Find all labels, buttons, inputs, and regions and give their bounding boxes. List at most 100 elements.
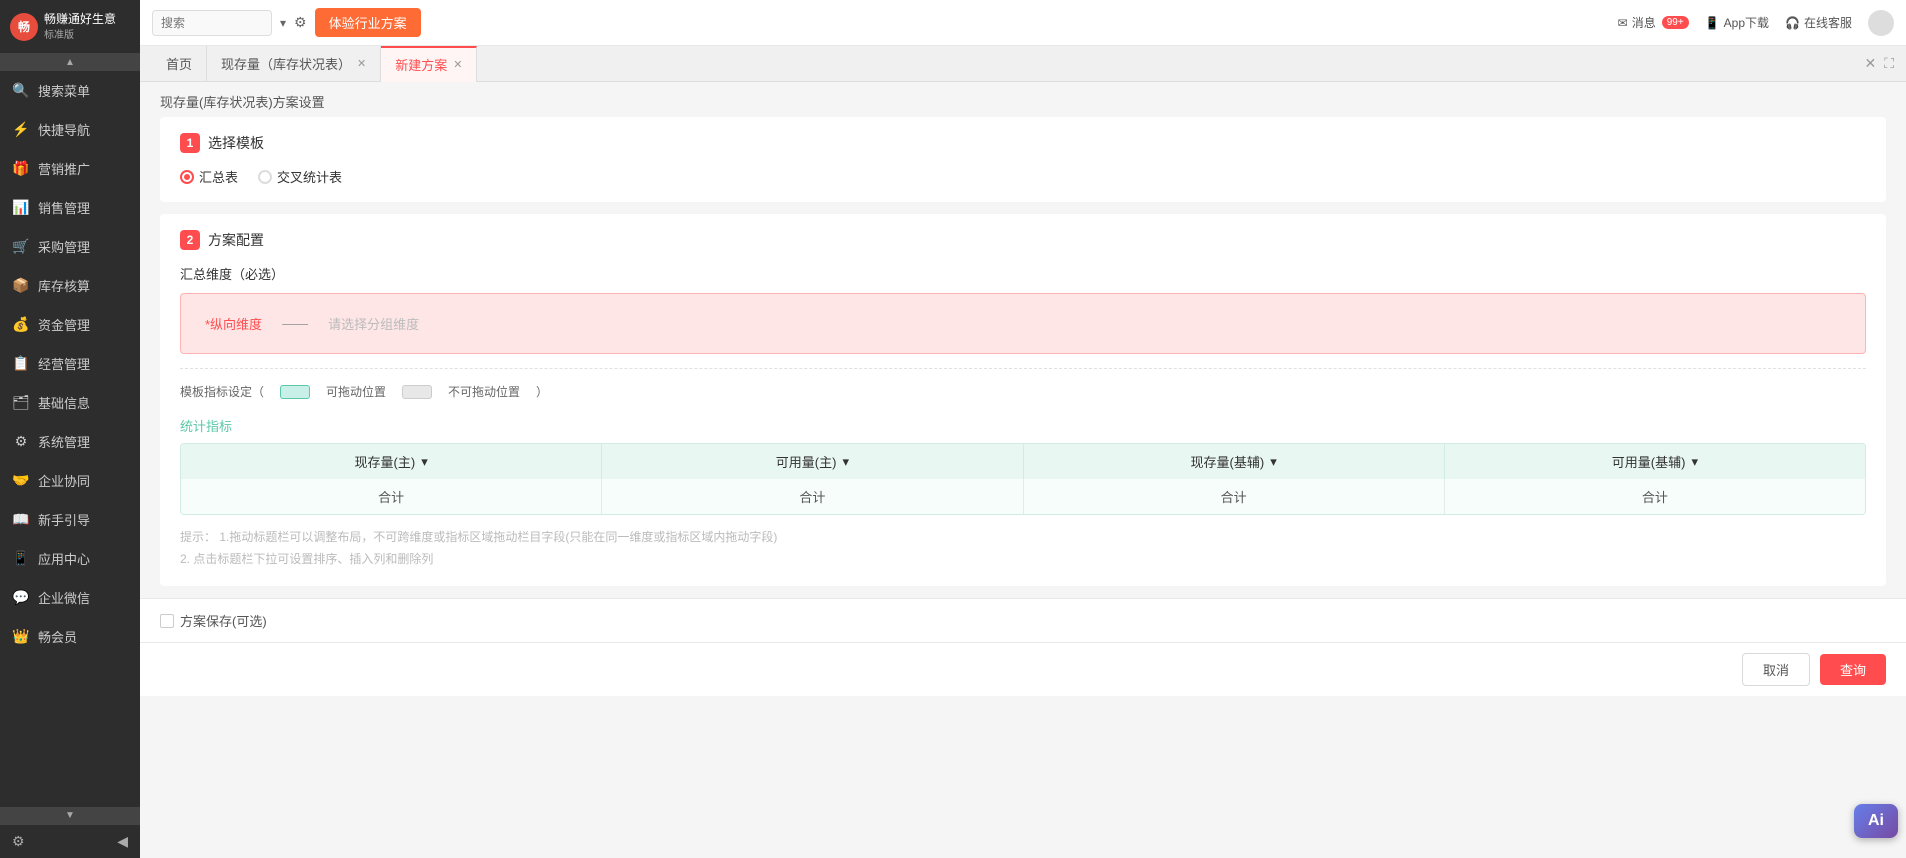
- radio-dot-cross: [258, 170, 272, 184]
- radio-summary-table[interactable]: 汇总表: [180, 167, 238, 186]
- query-button[interactable]: 查询: [1820, 654, 1886, 685]
- download-icon: 📱: [1705, 16, 1720, 30]
- tab-home[interactable]: 首页: [152, 46, 207, 82]
- settings-icon[interactable]: ⚙: [12, 833, 25, 850]
- headset-icon: 🎧: [1785, 16, 1800, 30]
- ai-float-button[interactable]: Ai: [1854, 804, 1898, 838]
- indicator-legend-close: ）: [536, 383, 548, 400]
- messages-button[interactable]: ✉ 消息 99+: [1618, 14, 1689, 31]
- main-area: ▾ ⚙ 体验行业方案 ✉ 消息 99+ 📱 App下载 🎧 在线客服 首页: [140, 0, 1906, 858]
- section2-label: 方案配置: [208, 230, 264, 250]
- radio-cross-table[interactable]: 交叉统计表: [258, 167, 342, 186]
- topbar-dropdown-icon[interactable]: ▾: [280, 16, 286, 30]
- sidebar-scroll-down[interactable]: ▼: [0, 807, 140, 824]
- wechat-icon: 💬: [12, 589, 30, 607]
- stats-label: 统计指标: [180, 416, 1866, 435]
- sidebar-item-corp[interactable]: 🤝 企业协同: [0, 461, 140, 500]
- sidebar-item-member[interactable]: 👑 畅会员: [0, 617, 140, 656]
- legend-nodrag-box: [402, 385, 432, 399]
- sidebar: 畅 畅赚通好生意 标准版 ▲ 🔍 搜索菜单 ⚡ 快捷导航 🎁 营销推广 📊 销售…: [0, 0, 140, 858]
- hint-area: 提示： 1.拖动标题栏可以调整布局，不可跨维度或指标区域拖动栏目字段(只能在同一…: [180, 527, 1866, 570]
- member-icon: 👑: [12, 628, 30, 646]
- vertical-dim-area[interactable]: *纵向维度 —— 请选择分组维度: [180, 293, 1866, 354]
- sidebar-item-inventory[interactable]: 📦 库存核算: [0, 266, 140, 305]
- sidebar-scroll-up[interactable]: ▲: [0, 54, 140, 71]
- operations-icon: 📋: [12, 355, 30, 373]
- cancel-button[interactable]: 取消: [1742, 653, 1810, 686]
- stats-col-3[interactable]: 可用量(基辅) ▾: [1445, 444, 1865, 479]
- radio-dot-summary: [180, 170, 194, 184]
- trial-button[interactable]: 体验行业方案: [315, 8, 421, 37]
- vertical-dim-required: *纵向维度: [205, 314, 262, 333]
- sidebar-item-marketing[interactable]: 🎁 营销推广: [0, 149, 140, 188]
- appcenter-icon: 📱: [12, 550, 30, 568]
- section-divider: [180, 368, 1866, 369]
- section1-label: 选择模板: [208, 133, 264, 153]
- tab-close-all-icon[interactable]: ✕: [1864, 55, 1876, 72]
- tabs-bar: 首页 现存量（库存状况表） ✕ 新建方案 ✕ ✕ ⛶: [140, 46, 1906, 82]
- sidebar-item-operations[interactable]: 📋 经营管理: [0, 344, 140, 383]
- sidebar-item-system[interactable]: ⚙ 系统管理: [0, 422, 140, 461]
- vertical-dim-placeholder: 请选择分组维度: [328, 314, 419, 333]
- tabs-actions: ✕ ⛶: [1864, 55, 1894, 72]
- search-icon: 🔍: [12, 82, 30, 100]
- quicknav-icon: ⚡: [12, 121, 30, 139]
- stats-cell-0: 合计: [181, 479, 602, 514]
- app-download-button[interactable]: 📱 App下载: [1705, 14, 1769, 31]
- vertical-dim-dash: ——: [282, 316, 308, 331]
- section2-panel: 2 方案配置 汇总维度（必选） *纵向维度 —— 请选择分组维度 模板指标设定（…: [160, 214, 1886, 586]
- stats-cell-2: 合计: [1024, 479, 1445, 514]
- action-bar: 取消 查询: [140, 642, 1906, 696]
- topbar-search-input[interactable]: [152, 10, 272, 36]
- stats-table-header: 现存量(主) ▾ 可用量(主) ▾ 现存量(基辅) ▾ 可用量(基辅): [181, 444, 1865, 479]
- tab-fullscreen-icon[interactable]: ⛶: [1884, 55, 1894, 72]
- save-checkbox-label: 方案保存(可选): [180, 611, 267, 630]
- sidebar-item-search[interactable]: 🔍 搜索菜单: [0, 71, 140, 110]
- topbar-left: ▾ ⚙ 体验行业方案: [152, 8, 421, 37]
- online-service-button[interactable]: 🎧 在线客服: [1785, 14, 1852, 31]
- chevron-down-icon-3: ▾: [1691, 454, 1698, 470]
- page-content: 现存量(库存状况表)方案设置 1 选择模板 汇总表 交叉统计表 2: [140, 82, 1906, 858]
- sidebar-item-sales[interactable]: 📊 销售管理: [0, 188, 140, 227]
- tab-inventory[interactable]: 现存量（库存状况表） ✕: [207, 46, 381, 82]
- sidebar-item-purchase[interactable]: 🛒 采购管理: [0, 227, 140, 266]
- sidebar-item-basic-info[interactable]: 🗂 基础信息: [0, 383, 140, 422]
- hint-1: 提示： 1.拖动标题栏可以调整布局，不可跨维度或指标区域拖动栏目字段(只能在同一…: [180, 527, 1866, 549]
- stats-col-2[interactable]: 现存量(基辅) ▾: [1024, 444, 1445, 479]
- sidebar-item-wechat[interactable]: 💬 企业微信: [0, 578, 140, 617]
- save-checkbox[interactable]: 方案保存(可选): [160, 611, 267, 630]
- sales-icon: 📊: [12, 199, 30, 217]
- app-logo: 畅 畅赚通好生意 标准版: [0, 0, 140, 54]
- summary-dim-label: 汇总维度（必选）: [180, 264, 1866, 283]
- sidebar-item-quick-nav[interactable]: ⚡ 快捷导航: [0, 110, 140, 149]
- stats-table-body: 合计 合计 合计 合计: [181, 479, 1865, 514]
- system-icon: ⚙: [12, 433, 30, 451]
- sidebar-collapse-icon[interactable]: ◀: [117, 833, 128, 850]
- section1-badge: 1: [180, 133, 200, 153]
- sidebar-menu: 🔍 搜索菜单 ⚡ 快捷导航 🎁 营销推广 📊 销售管理 🛒 采购管理 📦 库存核…: [0, 71, 140, 807]
- user-avatar[interactable]: [1868, 10, 1894, 36]
- chevron-down-icon-2: ▾: [1270, 454, 1277, 470]
- stats-col-0[interactable]: 现存量(主) ▾: [181, 444, 602, 479]
- tab-new-plan[interactable]: 新建方案 ✕: [381, 46, 477, 82]
- tab-new-plan-close[interactable]: ✕: [453, 58, 462, 71]
- stats-col-1[interactable]: 可用量(主) ▾: [602, 444, 1023, 479]
- page-title: 现存量(库存状况表)方案设置: [160, 95, 325, 110]
- page-header: 现存量(库存状况表)方案设置: [140, 82, 1906, 117]
- sidebar-item-finance[interactable]: 💰 资金管理: [0, 305, 140, 344]
- logo-text: 畅赚通好生意 标准版: [44, 12, 116, 41]
- legend-draggable-label: 可拖动位置: [326, 383, 386, 400]
- purchase-icon: 🛒: [12, 238, 30, 256]
- sidebar-item-newbie[interactable]: 📖 新手引导: [0, 500, 140, 539]
- indicator-legend: 模板指标设定（ 可拖动位置 不可拖动位置 ）: [180, 383, 1866, 400]
- legend-draggable-box: [280, 385, 310, 399]
- sidebar-item-app-center[interactable]: 📱 应用中心: [0, 539, 140, 578]
- stats-table: 现存量(主) ▾ 可用量(主) ▾ 现存量(基辅) ▾ 可用量(基辅): [180, 443, 1866, 515]
- hint-2: 2. 点击标题栏下拉可设置排序、插入列和删除列: [180, 549, 1866, 571]
- legend-nodrag-label: 不可拖动位置: [448, 383, 520, 400]
- newbie-icon: 📖: [12, 511, 30, 529]
- topbar-gear-icon[interactable]: ⚙: [294, 14, 307, 31]
- stats-cell-1: 合计: [602, 479, 1023, 514]
- corp-icon: 🤝: [12, 472, 30, 490]
- tab-inventory-close[interactable]: ✕: [357, 57, 366, 70]
